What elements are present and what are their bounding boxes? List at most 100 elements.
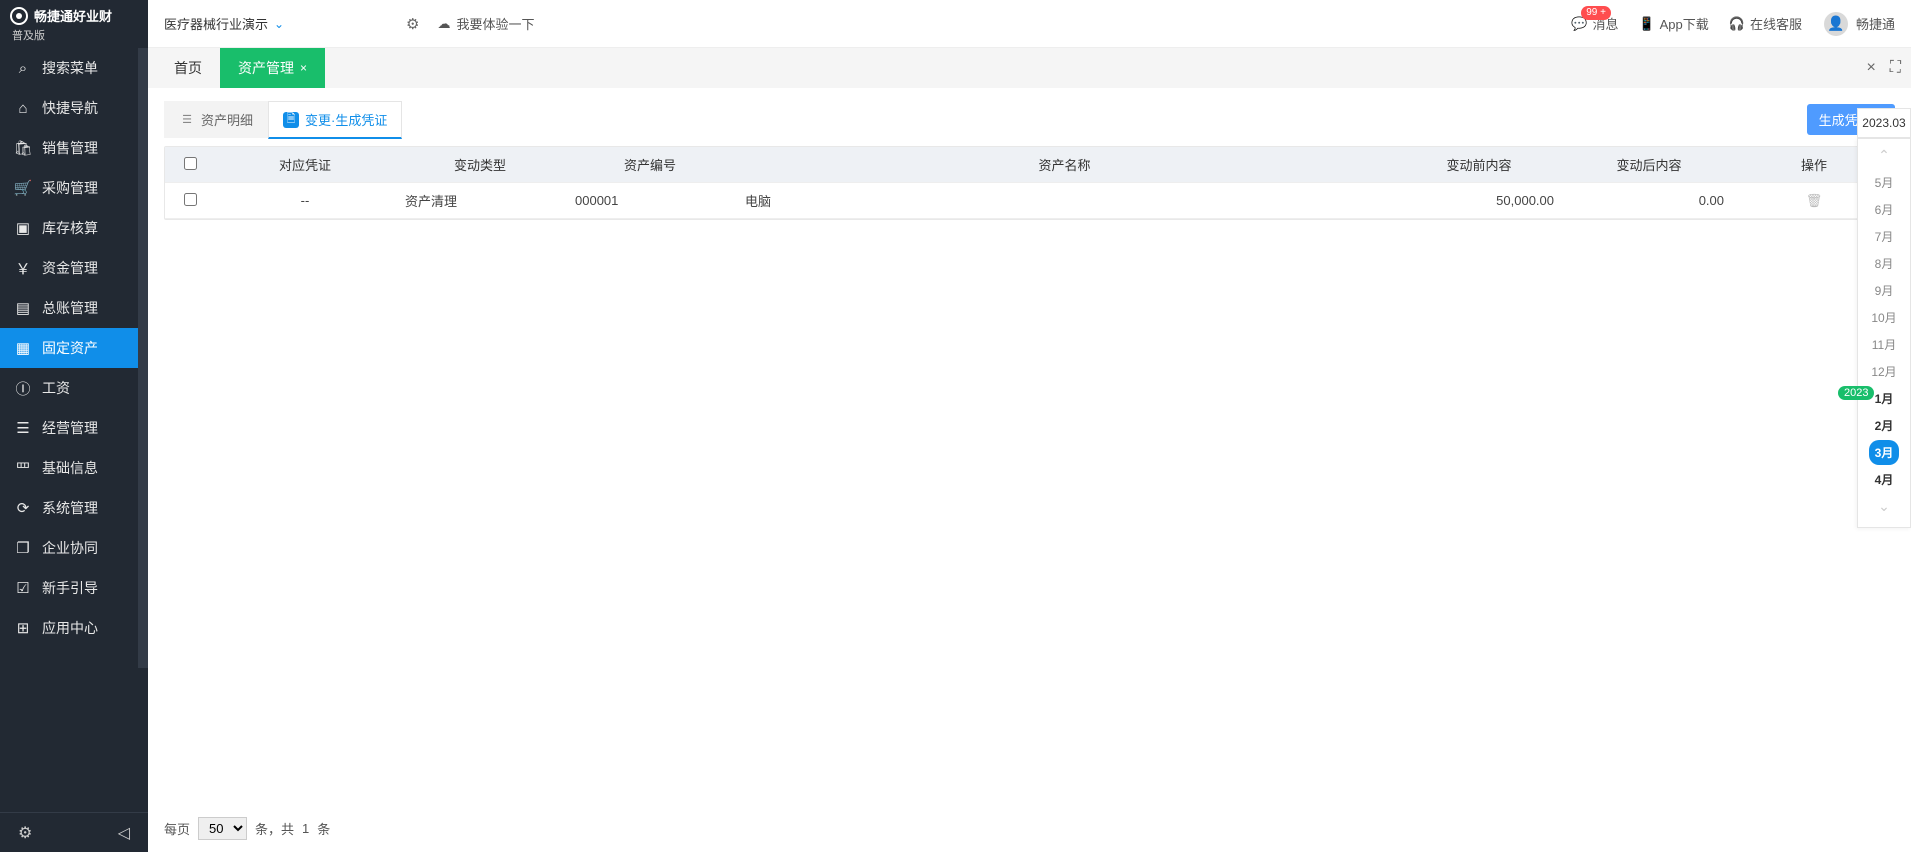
tab-label: 首页 bbox=[174, 58, 202, 78]
sidebar-item-label: 搜索菜单 bbox=[42, 58, 98, 78]
period-month[interactable]: 8月 bbox=[1858, 251, 1910, 276]
home-icon: ⌂ bbox=[14, 99, 32, 117]
user-name: 畅捷通 bbox=[1856, 14, 1895, 33]
sidebar-item-label: 资金管理 bbox=[42, 258, 98, 278]
period-month[interactable]: 2月 bbox=[1858, 413, 1910, 438]
page-size-select[interactable]: 50 bbox=[198, 817, 247, 840]
search-icon: ⌕ bbox=[14, 59, 32, 77]
sidebar-item-home[interactable]: ⌂ 快捷导航 bbox=[0, 88, 148, 128]
appcenter-icon: ⊞ bbox=[14, 619, 32, 637]
sidebar-item-sys[interactable]: ⟳系统管理 bbox=[0, 488, 148, 528]
sidebar-item-info[interactable]: 罒基础信息 bbox=[0, 448, 148, 488]
chevron-down-icon: ⌄ bbox=[274, 17, 284, 31]
collapse-sidebar-icon[interactable]: ◁ bbox=[118, 823, 130, 843]
table-cell: 资产清理 bbox=[395, 183, 565, 219]
sidebar-item-wage[interactable]: Ⓘ 工资 bbox=[0, 368, 148, 408]
page-tab[interactable]: 首页 bbox=[156, 48, 220, 88]
period-month[interactable]: 4月 bbox=[1858, 467, 1910, 492]
sidebar-item-collab[interactable]: ❐企业协同 bbox=[0, 528, 148, 568]
period-month[interactable]: 10月 bbox=[1858, 305, 1910, 330]
info-icon: 罒 bbox=[14, 459, 32, 477]
column-header bbox=[165, 147, 215, 183]
experience-link[interactable]: ☁ 我要体验一下 bbox=[437, 14, 534, 33]
row-checkbox[interactable] bbox=[184, 193, 197, 206]
sidebar-item-label: 固定资产 bbox=[42, 338, 98, 358]
subtab[interactable]: 🗎变更·生成凭证 bbox=[268, 101, 402, 139]
phone-icon: 📱 bbox=[1638, 16, 1654, 32]
wage-icon: Ⓘ bbox=[14, 379, 32, 397]
messages-link[interactable]: 99 + 💬 消息 bbox=[1571, 14, 1618, 33]
column-header: 对应凭证 bbox=[215, 147, 395, 183]
voucher-icon: 🗎 bbox=[283, 112, 299, 128]
period-current[interactable]: 2023.03 bbox=[1857, 108, 1911, 138]
period-down-icon[interactable]: ⌄ bbox=[1878, 498, 1890, 515]
tenant-settings-icon[interactable]: ⚙ bbox=[406, 15, 419, 33]
pager-suffix-b: 条 bbox=[317, 819, 330, 838]
pagination: 每页 50 条，共 1 条 bbox=[164, 807, 1895, 844]
fullscreen-icon[interactable]: ⛶ bbox=[1890, 59, 1901, 77]
column-header: 资产编号 bbox=[565, 147, 735, 183]
sidebar-item-label: 快捷导航 bbox=[42, 98, 98, 118]
subtab-label: 资产明细 bbox=[201, 110, 253, 129]
table-cell: 000001 bbox=[565, 183, 735, 219]
period-month[interactable]: 9月 bbox=[1858, 278, 1910, 303]
tab-close-icon[interactable]: × bbox=[300, 61, 307, 75]
ops-icon: ☰ bbox=[14, 419, 32, 437]
wallet-icon: ￥ bbox=[14, 259, 32, 277]
sidebar-item-label: 工资 bbox=[42, 378, 70, 398]
app-download-link[interactable]: 📱 App下载 bbox=[1638, 14, 1708, 33]
bag-icon: 🛍 bbox=[14, 139, 32, 157]
period-month[interactable]: 6月 bbox=[1858, 197, 1910, 222]
tab-label: 资产管理 bbox=[238, 58, 294, 78]
sidebar-item-cart[interactable]: 🛒采购管理 bbox=[0, 168, 148, 208]
delete-icon[interactable]: 🗑 bbox=[1806, 193, 1823, 208]
sidebar-item-label: 新手引导 bbox=[42, 578, 98, 598]
cloud-icon: ☁ bbox=[437, 16, 450, 32]
period-month[interactable]: 5月 bbox=[1858, 170, 1910, 195]
headset-icon: 🎧 bbox=[1729, 16, 1745, 32]
period-up-icon[interactable]: ⌃ bbox=[1878, 147, 1890, 164]
guide-icon: ☑ bbox=[14, 579, 32, 597]
app-download-label: App下载 bbox=[1660, 14, 1709, 33]
subtab[interactable]: ☰ 资产明细 bbox=[164, 101, 268, 138]
support-label: 在线客服 bbox=[1750, 14, 1802, 33]
sidebar: 畅捷通好业财 普及版 ⌕搜索菜单⌂快捷导航🛍销售管理🛒采购管理▣库存核算￥资金管… bbox=[0, 0, 148, 852]
sidebar-item-ledger[interactable]: ▤总账管理 bbox=[0, 288, 148, 328]
page-tabs: 首页 资产管理 × × ⛶ bbox=[148, 48, 1911, 88]
period-month[interactable]: 11月 bbox=[1858, 332, 1910, 357]
period-month[interactable]: 7月 bbox=[1858, 224, 1910, 249]
period-panel: ⌃ 5月6月7月8月9月10月11月12月20231月2月3月4月 ⌄ bbox=[1857, 138, 1911, 528]
sidebar-item-box[interactable]: ▣库存核算 bbox=[0, 208, 148, 248]
sidebar-item-appcenter[interactable]: ⊞ 应用中心 bbox=[0, 608, 148, 648]
table-row[interactable]: --资产清理000001电脑50,000.000.00🗑 bbox=[165, 183, 1894, 219]
sidebar-item-label: 应用中心 bbox=[42, 618, 98, 638]
sidebar-item-search[interactable]: ⌕ 搜索菜单 bbox=[0, 48, 148, 88]
sidebar-item-ops[interactable]: ☰ 经营管理 bbox=[0, 408, 148, 448]
sidebar-footer: ⚙ ◁ bbox=[0, 812, 148, 852]
brand-name: 畅捷通好业财 bbox=[34, 6, 112, 25]
sys-icon: ⟳ bbox=[14, 499, 32, 517]
table-cell: 电脑 bbox=[735, 183, 1394, 219]
period-month[interactable]: 12月 bbox=[1858, 359, 1910, 384]
support-link[interactable]: 🎧 在线客服 bbox=[1729, 14, 1802, 33]
sidebar-item-guide[interactable]: ☑ 新手引导 bbox=[0, 568, 148, 608]
period-month[interactable]: 3月 bbox=[1869, 440, 1899, 465]
pager-prefix: 每页 bbox=[164, 819, 190, 838]
table-cell: 50,000.00 bbox=[1394, 183, 1564, 219]
settings-icon[interactable]: ⚙ bbox=[18, 823, 32, 843]
sidebar-item-bag[interactable]: 🛍销售管理 bbox=[0, 128, 148, 168]
brand-logo-icon bbox=[10, 7, 28, 25]
select-all-checkbox[interactable] bbox=[184, 157, 197, 170]
sidebar-scrollbar[interactable] bbox=[138, 48, 148, 668]
list-icon: ☰ bbox=[179, 112, 195, 128]
user-menu[interactable]: 👤 畅捷通 bbox=[1824, 12, 1895, 36]
sidebar-item-label: 采购管理 bbox=[42, 178, 98, 198]
sidebar-item-label: 经营管理 bbox=[42, 418, 98, 438]
close-all-tabs-icon[interactable]: × bbox=[1866, 59, 1875, 77]
sidebar-item-asset[interactable]: ▦固定资产 bbox=[0, 328, 148, 368]
sidebar-item-wallet[interactable]: ￥ 资金管理 bbox=[0, 248, 148, 288]
page-tab[interactable]: 资产管理 × bbox=[220, 48, 325, 88]
sidebar-item-label: 企业协同 bbox=[42, 538, 98, 558]
column-header: 变动前内容 bbox=[1394, 147, 1564, 183]
tenant-selector[interactable]: 医疗器械行业演示 ⌄ bbox=[164, 14, 394, 33]
